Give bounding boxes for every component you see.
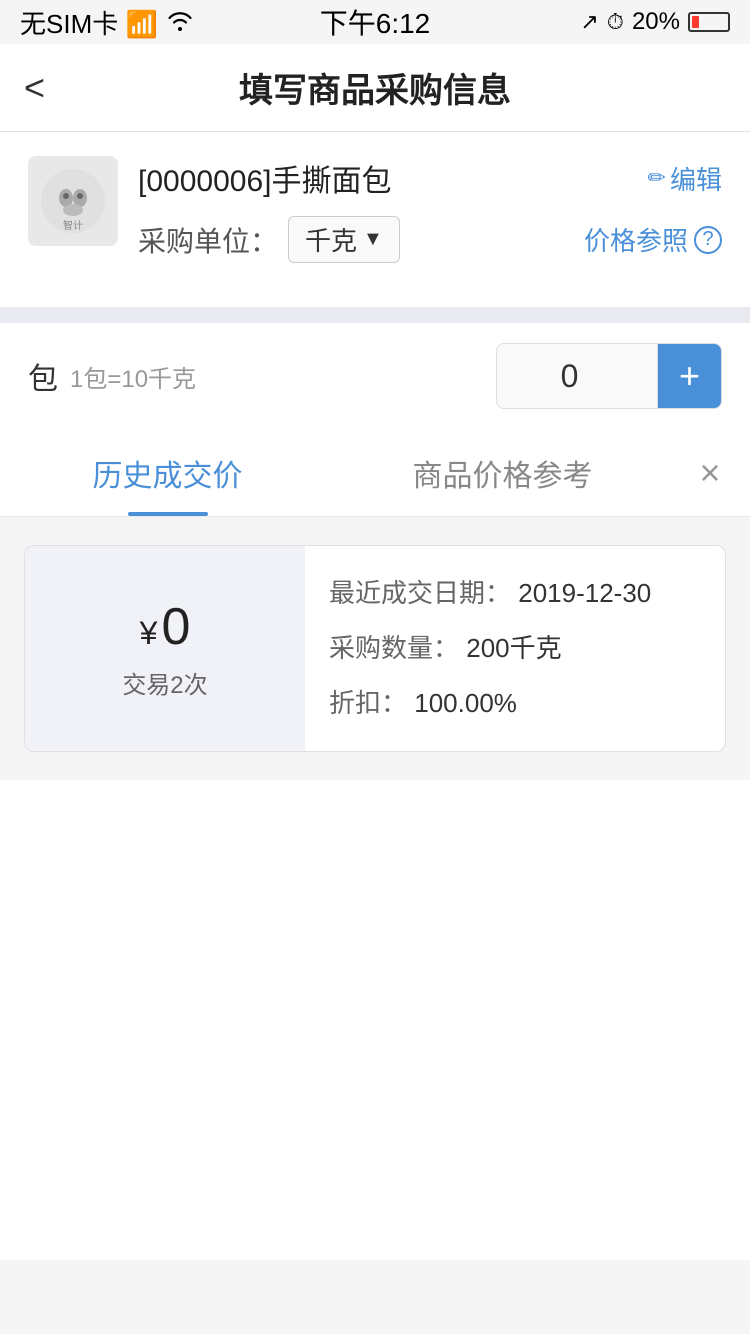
status-right: ↗ ⏱ 20% xyxy=(580,8,730,36)
tab-underline xyxy=(128,512,208,516)
tab-section: 历史成交价 商品价格参考 × xyxy=(0,429,750,517)
tab-product-price-ref[interactable]: 商品价格参考 xyxy=(335,429,670,516)
location-icon: ↗ xyxy=(580,9,598,35)
unit-tag: 包 xyxy=(28,354,58,398)
unit-label: 采购单位： 千克 ▼ xyxy=(138,216,400,263)
dropdown-icon: ▼ xyxy=(363,228,383,251)
tab-history-label: 历史成交价 xyxy=(93,451,243,495)
product-section: 智计 [0000006]手撕面包 ✏ 编辑 采购单位： 千克 ▼ xyxy=(0,132,750,307)
divider-1 xyxy=(0,307,750,323)
price-ref-button[interactable]: 价格参照 ? xyxy=(584,221,722,258)
empty-section xyxy=(0,780,750,1260)
discount-row: 折扣： 100.00% xyxy=(329,684,701,723)
back-button[interactable]: < xyxy=(24,67,45,109)
battery-icon xyxy=(688,12,730,32)
edit-button[interactable]: ✏ 编辑 xyxy=(648,160,722,197)
unit-conversion: 1包=10千克 xyxy=(70,359,496,394)
wifi-icon xyxy=(166,7,194,38)
edit-icon: ✏ xyxy=(648,165,666,191)
tab-close-button[interactable]: × xyxy=(670,452,750,494)
quantity-row-info: 采购数量： 200千克 xyxy=(329,629,701,668)
product-header: 智计 [0000006]手撕面包 ✏ 编辑 采购单位： 千克 ▼ xyxy=(28,156,722,263)
carrier-text: 无SIM卡 📶 xyxy=(20,4,158,41)
quantity-row: 包 1包=10千克 + xyxy=(0,323,750,429)
status-bar: 无SIM卡 📶 下午6:12 ↗ ⏱ 20% xyxy=(0,0,750,44)
product-details: [0000006]手撕面包 ✏ 编辑 采购单位： 千克 ▼ 价格参照 ? xyxy=(138,156,722,263)
price-amount: 0 xyxy=(161,597,190,657)
price-card-right: 最近成交日期： 2019-12-30 采购数量： 200千克 折扣： 100.0… xyxy=(305,546,725,751)
question-icon: ? xyxy=(694,226,722,254)
alarm-icon: ⏱ xyxy=(607,9,624,35)
unit-select[interactable]: 千克 ▼ xyxy=(288,216,400,263)
product-thumbnail: 智计 xyxy=(28,156,118,246)
nav-bar: < 填写商品采购信息 xyxy=(0,44,750,132)
svg-text:智计: 智计 xyxy=(63,219,83,232)
close-icon: × xyxy=(699,452,720,494)
page-title: 填写商品采购信息 xyxy=(239,63,511,112)
discount-label: 折扣： xyxy=(329,688,407,718)
price-trades: 交易2次 xyxy=(122,665,207,700)
recent-date-value: 2019-12-30 xyxy=(518,578,651,608)
quantity-input[interactable] xyxy=(497,344,657,408)
discount-value: 100.00% xyxy=(414,688,517,718)
tab-bar: 历史成交价 商品价格参考 × xyxy=(0,429,750,517)
price-card-left: ¥ 0 交易2次 xyxy=(25,546,305,751)
increment-button[interactable]: + xyxy=(657,344,721,408)
price-card: ¥ 0 交易2次 最近成交日期： 2019-12-30 采购数量： 200千克 … xyxy=(24,545,726,752)
unit-label-text: 采购单位： xyxy=(138,220,278,260)
product-title-row: [0000006]手撕面包 ✏ 编辑 xyxy=(138,156,722,200)
price-ref-label: 价格参照 xyxy=(584,221,688,258)
price-display: ¥ 0 xyxy=(140,597,191,657)
currency-symbol: ¥ xyxy=(140,615,158,652)
recent-date-label: 最近成交日期： xyxy=(329,578,511,608)
product-name: [0000006]手撕面包 xyxy=(138,156,391,200)
price-card-section: ¥ 0 交易2次 最近成交日期： 2019-12-30 采购数量： 200千克 … xyxy=(0,517,750,780)
edit-label: 编辑 xyxy=(670,160,722,197)
status-time: 下午6:12 xyxy=(320,2,431,42)
tab-product-label: 商品价格参考 xyxy=(413,451,593,495)
quantity-value: 200千克 xyxy=(466,633,561,663)
quantity-label: 采购数量： xyxy=(329,633,459,663)
product-unit-row: 采购单位： 千克 ▼ 价格参照 ? xyxy=(138,216,722,263)
status-left: 无SIM卡 📶 xyxy=(20,4,194,41)
unit-value: 千克 xyxy=(305,221,357,258)
quantity-input-wrap: + xyxy=(496,343,722,409)
battery-percent: 20% xyxy=(632,8,680,36)
tab-history-price[interactable]: 历史成交价 xyxy=(0,429,335,516)
recent-date-row: 最近成交日期： 2019-12-30 xyxy=(329,574,701,613)
